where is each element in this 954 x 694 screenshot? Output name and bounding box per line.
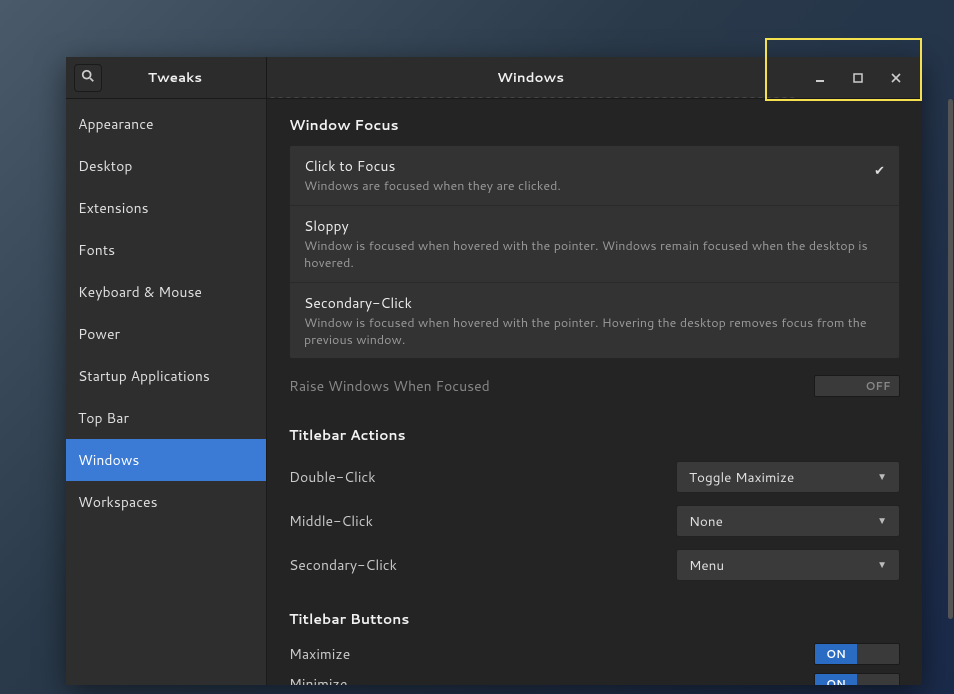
body: Appearance Desktop Extensions Fonts Keyb… bbox=[66, 99, 922, 685]
sidebar-item-keyboard-mouse[interactable]: Keyboard & Mouse bbox=[66, 271, 266, 313]
chevron-down-icon: ▼ bbox=[877, 470, 887, 484]
sidebar-item-power[interactable]: Power bbox=[66, 313, 266, 355]
double-click-label: Double-Click bbox=[289, 467, 376, 487]
option-desc: Window is focused when hovered with the … bbox=[304, 238, 885, 272]
option-desc: Window is focused when hovered with the … bbox=[304, 315, 885, 349]
scrollbar-track bbox=[946, 57, 954, 685]
double-click-dropdown[interactable]: Toggle Maximize ▼ bbox=[676, 461, 900, 493]
option-title: Sloppy bbox=[304, 216, 885, 236]
sidebar-item-label: Top Bar bbox=[78, 408, 129, 428]
secondary-click-label: Secondary-Click bbox=[289, 555, 397, 575]
maximize-button[interactable] bbox=[850, 70, 866, 86]
minimize-toggle[interactable]: ON bbox=[814, 673, 900, 685]
sidebar: Appearance Desktop Extensions Fonts Keyb… bbox=[66, 99, 267, 685]
sidebar-item-top-bar[interactable]: Top Bar bbox=[66, 397, 266, 439]
titlebar: Tweaks Windows bbox=[66, 57, 922, 99]
sidebar-item-label: Appearance bbox=[78, 114, 154, 134]
sidebar-item-startup-applications[interactable]: Startup Applications bbox=[66, 355, 266, 397]
toggle-state: ON bbox=[815, 644, 857, 664]
titlebar-left: Tweaks bbox=[66, 57, 267, 98]
page-title: Windows bbox=[267, 57, 794, 98]
minimize-label: Minimize bbox=[289, 674, 347, 685]
window-focus-options: Click to Focus Windows are focused when … bbox=[289, 145, 900, 359]
secondary-click-dropdown[interactable]: Menu ▼ bbox=[676, 549, 900, 581]
tweaks-window: Tweaks Windows Appearance Desktop Extens… bbox=[66, 57, 922, 685]
content-pane: Window Focus Click to Focus Windows are … bbox=[267, 99, 922, 685]
focus-option-secondary-click[interactable]: Secondary-Click Window is focused when h… bbox=[290, 283, 899, 359]
sidebar-item-desktop[interactable]: Desktop bbox=[66, 145, 266, 187]
chevron-down-icon: ▼ bbox=[877, 558, 887, 572]
toggle-state: OFF bbox=[857, 376, 899, 396]
sidebar-item-label: Startup Applications bbox=[78, 366, 210, 386]
option-title: Click to Focus bbox=[304, 156, 561, 176]
chevron-down-icon: ▼ bbox=[877, 514, 887, 528]
dropdown-value: Menu bbox=[689, 556, 724, 575]
sidebar-item-windows[interactable]: Windows bbox=[66, 439, 266, 481]
raise-windows-label: Raise Windows When Focused bbox=[289, 376, 490, 396]
close-icon bbox=[891, 66, 901, 89]
maximize-label: Maximize bbox=[289, 644, 350, 664]
sidebar-item-label: Fonts bbox=[78, 240, 115, 260]
raise-windows-row: Raise Windows When Focused OFF bbox=[289, 369, 900, 403]
window-controls bbox=[794, 57, 922, 98]
focus-option-click[interactable]: Click to Focus Windows are focused when … bbox=[290, 146, 899, 206]
app-title: Tweaks bbox=[112, 68, 266, 87]
sidebar-item-fonts[interactable]: Fonts bbox=[66, 229, 266, 271]
middle-click-row: Middle-Click None ▼ bbox=[289, 499, 900, 543]
sidebar-item-appearance[interactable]: Appearance bbox=[66, 103, 266, 145]
section-title-titlebar-actions: Titlebar Actions bbox=[289, 425, 900, 445]
secondary-click-row: Secondary-Click Menu ▼ bbox=[289, 543, 900, 587]
scrollbar-thumb[interactable] bbox=[948, 99, 953, 619]
check-icon: ✔ bbox=[874, 162, 885, 180]
dropdown-value: None bbox=[689, 512, 723, 531]
middle-click-label: Middle-Click bbox=[289, 511, 373, 531]
sidebar-item-label: Workspaces bbox=[78, 492, 158, 512]
sidebar-item-workspaces[interactable]: Workspaces bbox=[66, 481, 266, 523]
maximize-toggle[interactable]: ON bbox=[814, 643, 900, 665]
minimize-button[interactable] bbox=[812, 70, 828, 86]
minimize-icon bbox=[815, 66, 825, 89]
close-button[interactable] bbox=[888, 70, 904, 86]
option-title: Secondary-Click bbox=[304, 293, 885, 313]
sidebar-item-label: Desktop bbox=[78, 156, 132, 176]
maximize-row: Maximize ON bbox=[289, 639, 900, 669]
sidebar-item-label: Windows bbox=[78, 450, 139, 470]
sidebar-item-label: Extensions bbox=[78, 198, 149, 218]
raise-windows-toggle[interactable]: OFF bbox=[814, 375, 900, 397]
minimize-row: Minimize ON bbox=[289, 669, 900, 685]
search-icon bbox=[81, 66, 95, 89]
focus-option-sloppy[interactable]: Sloppy Window is focused when hovered wi… bbox=[290, 206, 899, 283]
option-desc: Windows are focused when they are clicke… bbox=[304, 178, 561, 195]
section-title-titlebar-buttons: Titlebar Buttons bbox=[289, 609, 900, 629]
double-click-row: Double-Click Toggle Maximize ▼ bbox=[289, 455, 900, 499]
toggle-state: ON bbox=[815, 674, 857, 685]
dropdown-value: Toggle Maximize bbox=[689, 468, 794, 487]
search-button[interactable] bbox=[74, 64, 102, 92]
maximize-icon bbox=[853, 66, 863, 89]
sidebar-item-extensions[interactable]: Extensions bbox=[66, 187, 266, 229]
sidebar-item-label: Power bbox=[78, 324, 120, 344]
sidebar-item-label: Keyboard & Mouse bbox=[78, 282, 202, 302]
section-title-window-focus: Window Focus bbox=[289, 115, 900, 135]
middle-click-dropdown[interactable]: None ▼ bbox=[676, 505, 900, 537]
